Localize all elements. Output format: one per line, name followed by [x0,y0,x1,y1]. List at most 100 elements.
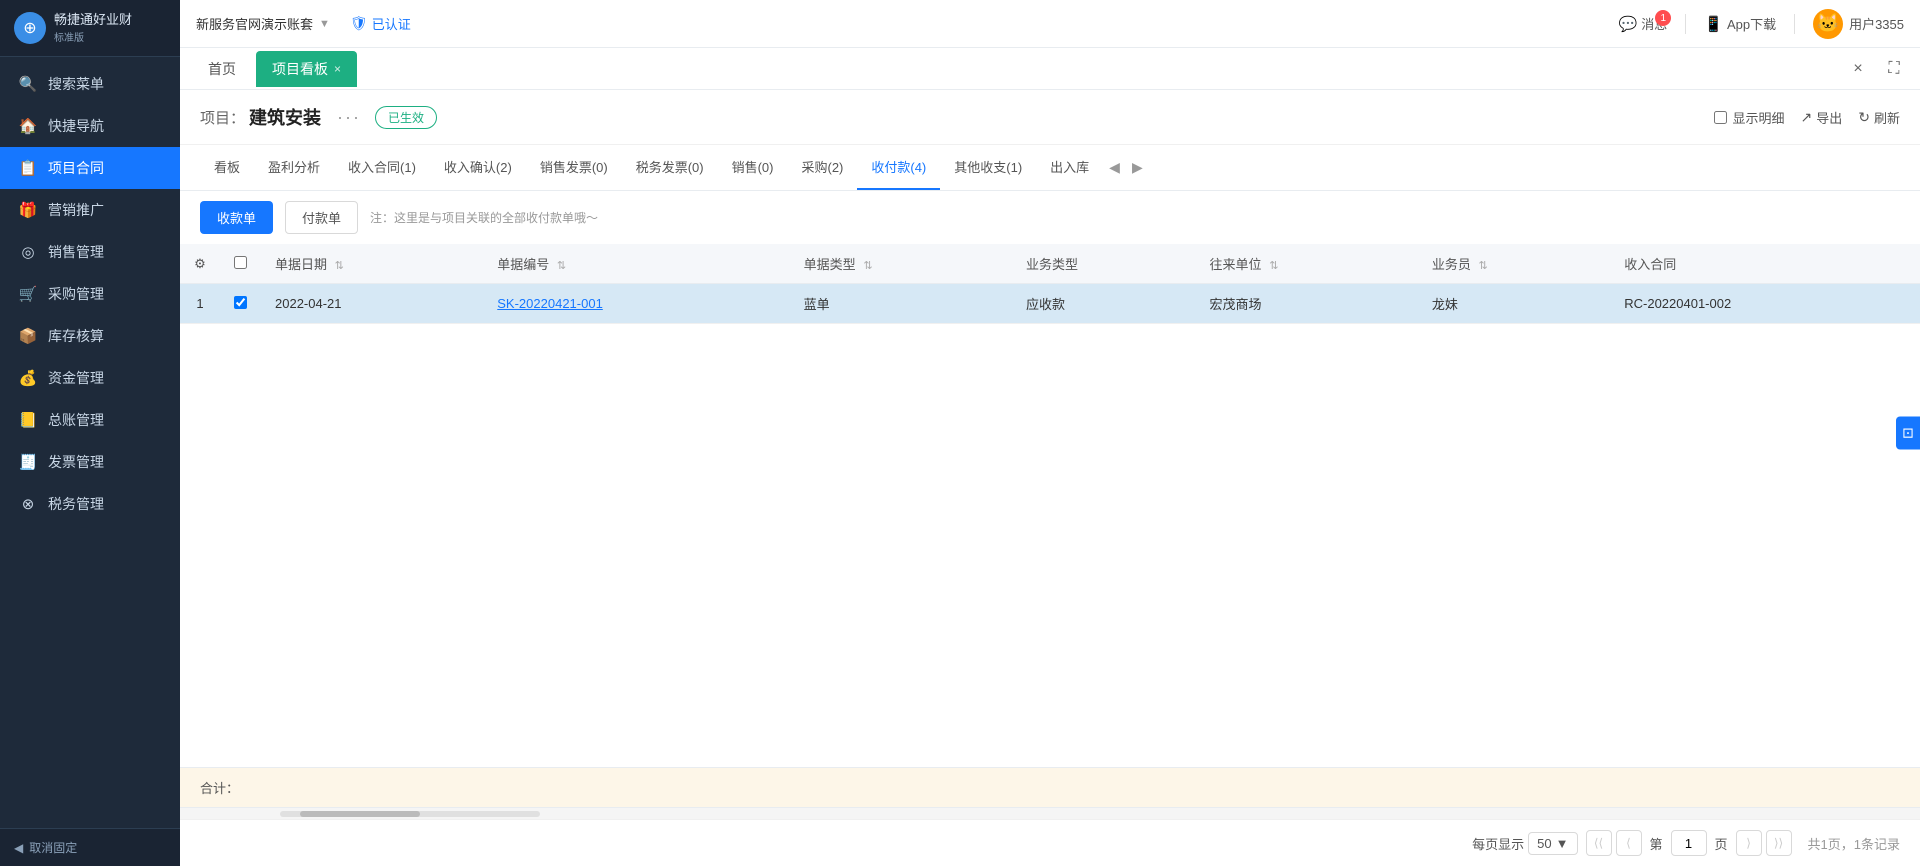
sub-tab-income-confirm[interactable]: 收入确认(2) [430,145,526,190]
td-income-contract: RC-20220401-002 [1610,284,1920,324]
sidebar-item-contract[interactable]: 📋 项目合同 [0,147,180,189]
first-page-button[interactable]: ⟨⟨ [1586,830,1612,856]
sub-tab-income-contract[interactable]: 收入合同(1) [334,145,430,190]
receipt-filter-button[interactable]: 收款单 [200,201,273,234]
sidebar-nav: 🔍 搜索菜单 🏠 快捷导航 📋 项目合同 🎁 营销推广 ◎ 销售管理 🛒 采购管… [0,57,180,828]
row-checkbox[interactable] [234,296,247,309]
app-download-button[interactable]: 📱 App下载 [1704,14,1776,33]
finance-icon: 💰 [18,368,38,388]
sidebar-item-label: 项目合同 [48,158,104,178]
app-name: 畅捷通好业财 [54,12,132,29]
sub-tab-stock[interactable]: 出入库 [1036,145,1103,190]
td-partner: 宏茂商场 [1196,284,1418,324]
sub-tab-profit[interactable]: 盈利分析 [254,145,334,190]
sidebar-item-ledger[interactable]: 📒 总账管理 [0,399,180,441]
sidebar-item-label: 发票管理 [48,452,104,472]
sort-icon: ⇅ [335,260,344,272]
messages-button[interactable]: 💬 消息 1 [1619,14,1668,33]
sales-icon: ◎ [18,242,38,262]
prev-page-button[interactable]: ⟨ [1616,830,1642,856]
project-title-container: 项目： 建筑安装 ··· 已生效 [200,104,437,130]
sub-tab-prev-arrow[interactable]: ◀ [1103,147,1126,188]
sub-tab-tax-invoice[interactable]: 税务发票(0) [622,145,718,190]
tab-project-kanban[interactable]: 项目看板 × [256,51,357,87]
ledger-icon: 📒 [18,410,38,430]
sub-tab-next-arrow[interactable]: ▶ [1126,147,1149,188]
marketing-icon: 🎁 [18,200,38,220]
window-close-button[interactable]: × [1844,55,1872,83]
th-biz-type: 业务类型 [1012,244,1196,284]
payment-filter-button[interactable]: 付款单 [285,201,358,234]
sidebar-item-inventory[interactable]: 📦 库存核算 [0,315,180,357]
page-size-dropdown[interactable]: 50 ▼ [1528,832,1577,855]
content-area: 项目： 建筑安装 ··· 已生效 显示明细 ↗ 导出 ↻ 刷新 [180,90,1920,866]
sub-tab-sales-invoice[interactable]: 销售发票(0) [526,145,622,190]
scroll-thumb[interactable] [300,811,420,817]
th-date[interactable]: 单据日期 ⇅ [261,244,483,284]
th-number[interactable]: 单据编号 ⇅ [483,244,789,284]
user-profile-button[interactable]: 🐱 用户3355 [1813,9,1904,39]
th-type[interactable]: 单据类型 ⇅ [790,244,1012,284]
unpin-icon: ◀ [14,841,23,855]
scroll-track[interactable] [280,811,540,817]
sidebar-item-tax[interactable]: ⊗ 税务管理 [0,483,180,525]
account-name: 新服务官网演示账套 [196,14,313,33]
sidebar: ⊕ 畅捷通好业财 标准版 🔍 搜索菜单 🏠 快捷导航 📋 项目合同 🎁 营销推广… [0,0,180,866]
record-link[interactable]: SK-20220421-001 [497,296,603,311]
account-selector[interactable]: 新服务官网演示账套 ▼ [196,14,330,33]
th-gear[interactable]: ⚙ [180,244,220,284]
sidebar-item-finance[interactable]: 💰 资金管理 [0,357,180,399]
inventory-icon: 📦 [18,326,38,346]
table-row[interactable]: 1 2022-04-21 SK-20220421-001 蓝单 应收款 宏茂商场… [180,284,1920,324]
sub-tab-receipt[interactable]: 收付款(4) [857,145,940,190]
floating-panel-toggle[interactable]: ⊡ [1896,417,1920,450]
scroll-area[interactable] [180,807,1920,819]
sidebar-item-marketing[interactable]: 🎁 营销推广 [0,189,180,231]
sub-tab-purchase[interactable]: 采购(2) [787,145,857,190]
sub-tab-other-income[interactable]: 其他收支(1) [940,145,1036,190]
show-detail-checkbox[interactable]: 显示明细 [1714,108,1784,127]
current-page-input[interactable] [1671,830,1707,856]
data-table: ⚙ 单据日期 ⇅ 单据编号 ⇅ 单据类型 [180,244,1920,324]
refresh-button[interactable]: ↻ 刷新 [1858,108,1900,127]
td-number[interactable]: SK-20220421-001 [483,284,789,324]
chevron-down-icon: ▼ [319,18,330,30]
th-salesperson[interactable]: 业务员 ⇅ [1418,244,1610,284]
window-maximize-button[interactable]: ⛶ [1880,55,1908,83]
next-page-button[interactable]: ⟩ [1736,830,1762,856]
sidebar-item-label: 采购管理 [48,284,104,304]
message-icon: 💬 [1619,15,1638,33]
user-label: 用户3355 [1849,14,1904,33]
tab-home[interactable]: 首页 [192,51,252,87]
sidebar-item-search[interactable]: 🔍 搜索菜单 [0,63,180,105]
project-more-button[interactable]: ··· [337,107,361,128]
topbar-right: 💬 消息 1 📱 App下载 🐱 用户3355 [1619,9,1904,39]
select-all-checkbox[interactable] [234,256,247,269]
filter-note: 注：这里是与项目关联的全部收付款单哦～ [370,209,598,226]
app-edition: 标准版 [54,29,132,44]
sub-tab-sales[interactable]: 销售(0) [718,145,788,190]
status-badge: 已生效 [375,106,437,129]
sidebar-item-sales[interactable]: ◎ 销售管理 [0,231,180,273]
th-partner[interactable]: 往来单位 ⇅ [1196,244,1418,284]
sidebar-item-label: 快捷导航 [48,116,104,136]
tabs-bar: 首页 项目看板 × × ⛶ [180,48,1920,90]
sidebar-item-invoice[interactable]: 🧾 发票管理 [0,441,180,483]
page-size-selector[interactable]: 每页显示 50 ▼ [1472,832,1577,855]
tab-close-icon[interactable]: × [334,62,341,76]
sidebar-item-label: 营销推广 [48,200,104,220]
home-icon: 🏠 [18,116,38,136]
refresh-icon: ↻ [1858,109,1870,126]
td-check[interactable] [220,284,261,324]
export-icon: ↗ [1801,109,1813,126]
export-button[interactable]: ↗ 导出 [1801,108,1843,127]
sidebar-item-label: 销售管理 [48,242,104,262]
page-navigation: ⟨⟨ ⟨ 第 页 ⟩ ⟩⟩ [1586,830,1792,856]
sidebar-item-quicknav[interactable]: 🏠 快捷导航 [0,105,180,147]
table-container[interactable]: ⚙ 单据日期 ⇅ 单据编号 ⇅ 单据类型 [180,244,1920,767]
sub-tab-kanban[interactable]: 看板 [200,145,254,190]
sidebar-unpin-button[interactable]: ◀ 取消固定 [0,828,180,866]
show-detail-input[interactable] [1714,111,1727,124]
last-page-button[interactable]: ⟩⟩ [1766,830,1792,856]
sidebar-item-purchase[interactable]: 🛒 采购管理 [0,273,180,315]
